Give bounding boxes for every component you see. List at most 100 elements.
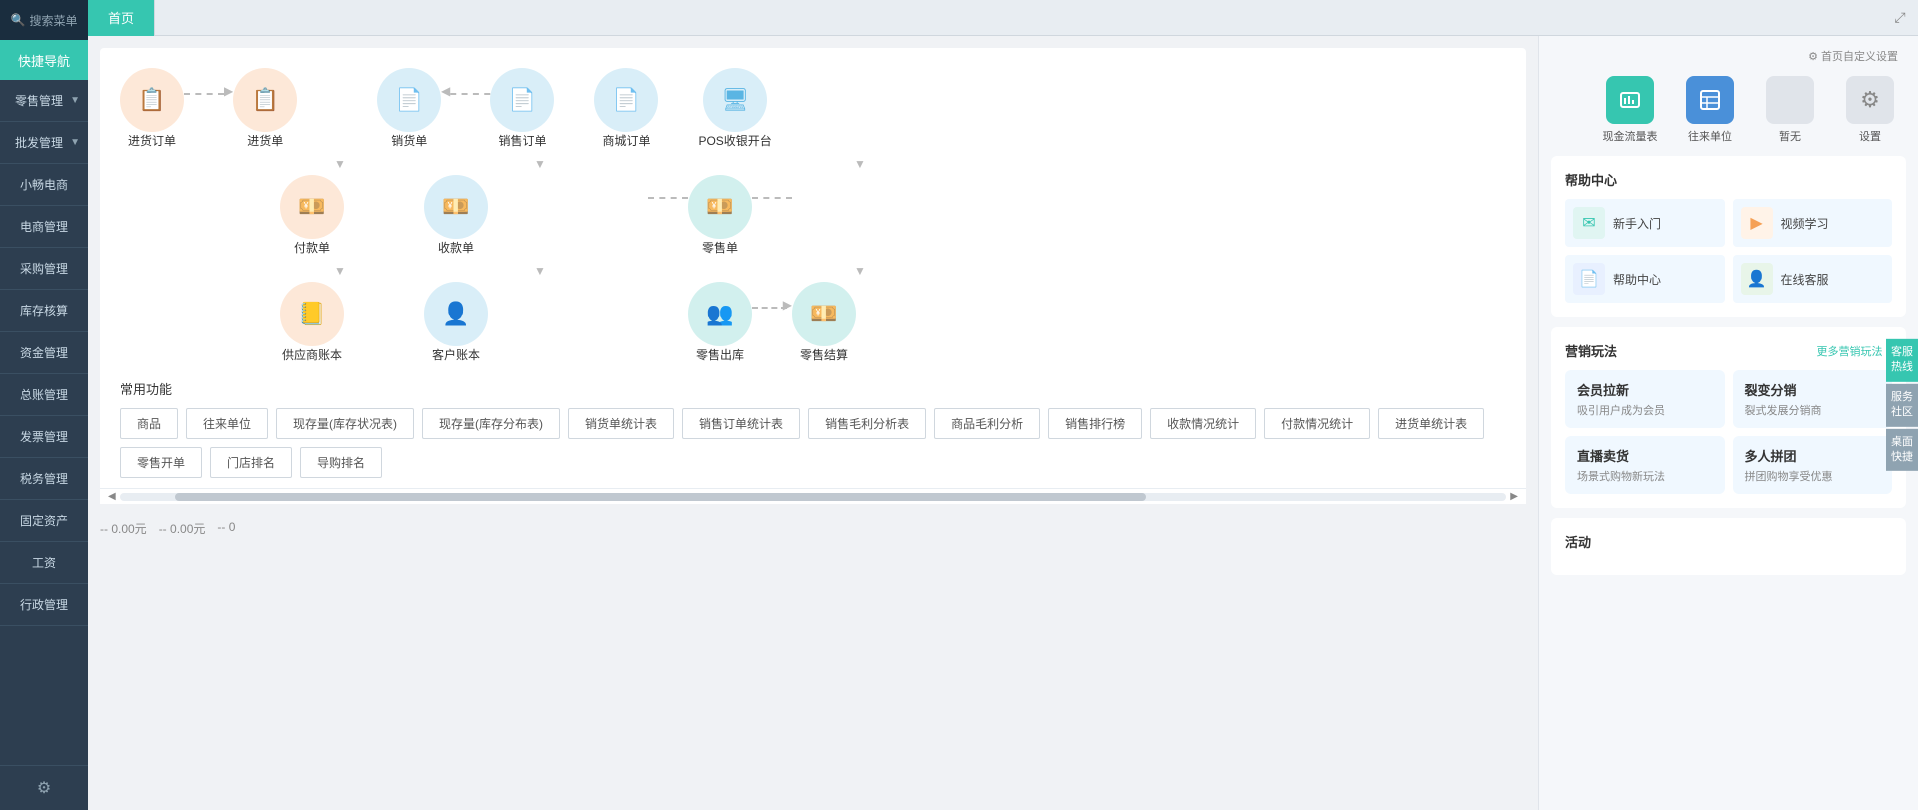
flow-card: 📋 进货订单 ▶ 📋 进货单 <box>100 48 1526 504</box>
flow-node-pos: 🖥 POS收银开台 <box>698 68 771 149</box>
qa-cashflow[interactable]: 现金流量表 <box>1594 76 1666 144</box>
marketing-live[interactable]: 直播卖货 场景式购物新玩法 <box>1565 436 1725 494</box>
flow-node-purchase-order: 📋 进货订单 <box>120 68 184 149</box>
sidebar-item-admin[interactable]: 行政管理 <box>0 584 88 626</box>
func-btn-goods[interactable]: 商品 <box>120 408 178 439</box>
pos-icon[interactable]: 🖥 <box>703 68 767 132</box>
func-btn-rank[interactable]: 销售排行榜 <box>1048 408 1142 439</box>
s2 <box>240 264 280 278</box>
func-btn-store-rank[interactable]: 门店排名 <box>210 447 292 478</box>
help-item-help[interactable]: 📄 帮助中心 <box>1565 255 1725 303</box>
func-btn-receipt-stat[interactable]: 收款情况统计 <box>1150 408 1256 439</box>
sidebar-item-payroll[interactable]: 工资 <box>0 542 88 584</box>
right-panel: ⚙ 首页自定义设置 现金流量表 <box>1538 36 1918 810</box>
retail-out-icon[interactable]: 👥 <box>688 282 752 346</box>
sidebar-item-fixed-assets[interactable]: 固定资产 <box>0 500 88 542</box>
sidebar-item-inventory[interactable]: 库存核算 <box>0 290 88 332</box>
purchase-icon[interactable]: 📋 <box>233 68 297 132</box>
help-item-video[interactable]: ▶ 视频学习 <box>1733 199 1893 247</box>
scroll-track <box>120 493 1507 501</box>
func-btn-sales-stat[interactable]: 销货单统计表 <box>568 408 674 439</box>
func-btn-sales-order-stat[interactable]: 销售订单统计表 <box>682 408 800 439</box>
chevron-icon: ▼ <box>70 95 80 106</box>
sidebar-item-tax[interactable]: 税务管理 <box>0 458 88 500</box>
sidebar-item-ecom-small[interactable]: 小畅电商 <box>0 164 88 206</box>
top-tabs: 首页 ⤢ <box>88 0 1918 36</box>
func-btn-retail-open[interactable]: 零售开单 <box>120 447 202 478</box>
sidebar-item-wholesale[interactable]: 批发管理 ▼ <box>0 122 88 164</box>
func-btn-units[interactable]: 往来单位 <box>186 408 268 439</box>
marketing-header: 营销玩法 更多营销玩法 > <box>1565 341 1892 360</box>
homepage-settings-link[interactable]: ⚙ 首页自定义设置 <box>1808 48 1898 64</box>
float-btn-desktop[interactable]: 桌面 快捷 <box>1886 428 1918 471</box>
sidebar-item-ecom-mgmt[interactable]: 电商管理 <box>0 206 88 248</box>
stats-row: -- 0.00元 -- 0.00元 -- 0 <box>100 516 1526 541</box>
scroll-thumb <box>175 493 1146 501</box>
sidebar-nav-header: 快捷导航 <box>0 40 88 80</box>
scroll-left[interactable]: ◀ <box>104 491 120 502</box>
flow-node-supplier: 📒 供应商账本 <box>280 282 344 363</box>
sales-order-icon[interactable]: 📄 <box>490 68 554 132</box>
marketing-more[interactable]: 更多营销玩法 > <box>1817 343 1892 359</box>
s4 <box>600 264 640 278</box>
flow-node-sales-order: 📄 销售订单 <box>490 68 554 149</box>
sidebar-item-purchase[interactable]: 采购管理 <box>0 248 88 290</box>
func-btn-gross2[interactable]: 商品毛利分析 <box>934 408 1040 439</box>
float-btn-service[interactable]: 客服 热线 <box>1886 339 1918 382</box>
float-btn-community[interactable]: 服务 社区 <box>1886 384 1918 427</box>
qa-settings[interactable]: ⚙ 设置 <box>1834 76 1906 144</box>
marketing-card: 营销玩法 更多营销玩法 > 会员拉新 吸引用户成为会员 裂变分销 裂式发展分销商… <box>1551 327 1906 508</box>
scroll-right[interactable]: ▶ <box>1506 491 1522 502</box>
func-btn-payment-stat[interactable]: 付款情况统计 <box>1264 408 1370 439</box>
marketing-group[interactable]: 多人拼团 拼团购物享受优惠 <box>1733 436 1893 494</box>
units-icon-box <box>1686 76 1734 124</box>
sidebar-item-retail[interactable]: 零售管理 ▼ <box>0 80 88 122</box>
sales-icon[interactable]: 📄 <box>377 68 441 132</box>
func-btn-stock1[interactable]: 现存量(库存状况表) <box>276 408 414 439</box>
flow-row-1: 📋 进货订单 ▶ 📋 进货单 <box>120 68 1506 149</box>
sidebar-item-ledger[interactable]: 总账管理 <box>0 374 88 416</box>
search-menu[interactable]: 🔍 搜索菜单 <box>0 0 88 40</box>
marketing-fission[interactable]: 裂变分销 裂式发展分销商 <box>1733 370 1893 428</box>
expand-icon[interactable]: ⤢ <box>1890 8 1910 28</box>
down-payment: ▼ <box>280 264 400 278</box>
func-btn-stock2[interactable]: 现存量(库存分布表) <box>422 408 560 439</box>
activity-card: 活动 <box>1551 518 1906 575</box>
s6 <box>760 264 800 278</box>
flow-row-2: 💴 付款单 💴 收款单 <box>120 175 1506 256</box>
help-item-beginner[interactable]: ✉ 新手入门 <box>1565 199 1725 247</box>
dashed-from-pos <box>752 175 792 199</box>
customer-icon[interactable]: 👤 <box>424 282 488 346</box>
func-buttons: 商品 往来单位 现存量(库存状况表) 现存量(库存分布表) 销货单统计表 销售订… <box>120 408 1506 478</box>
qa-units[interactable]: 往来单位 <box>1674 76 1746 144</box>
qa-none[interactable]: 暂无 <box>1754 76 1826 144</box>
arrow-retail: ▶ <box>752 282 792 312</box>
down-from-sales: ▼ <box>480 157 600 171</box>
supplier-icon[interactable]: 📒 <box>280 282 344 346</box>
flow-row-3: 📒 供应商账本 👤 客户账本 <box>120 282 1506 363</box>
purchase-order-icon[interactable]: 📋 <box>120 68 184 132</box>
receipt-icon[interactable]: 💴 <box>424 175 488 239</box>
h-scrollbar[interactable]: ◀ ▶ <box>100 488 1526 504</box>
sidebar-settings[interactable]: ⚙ <box>0 765 88 810</box>
help-item-support[interactable]: 👤 在线客服 <box>1733 255 1893 303</box>
retail-order-icon[interactable]: 💴 <box>688 175 752 239</box>
sidebar-item-invoice[interactable]: 发票管理 <box>0 416 88 458</box>
flow-node-receipt: 💴 收款单 <box>424 175 488 256</box>
s1 <box>120 264 240 278</box>
flow-node-retail-out: 👥 零售出库 <box>688 282 752 363</box>
sidebar-item-finance[interactable]: 资金管理 <box>0 332 88 374</box>
content-body: 📋 进货订单 ▶ 📋 进货单 <box>88 36 1918 810</box>
tab-home[interactable]: 首页 <box>88 0 155 36</box>
payment-icon[interactable]: 💴 <box>280 175 344 239</box>
flow-node-sales: 📄 销货单 <box>377 68 441 149</box>
arrow-2: ▶ <box>441 68 490 98</box>
settings-icon: ⚙ <box>37 780 51 797</box>
func-btn-gross1[interactable]: 销售毛利分析表 <box>808 408 926 439</box>
func-btn-purchase-stat[interactable]: 进货单统计表 <box>1378 408 1484 439</box>
flow-node-mall-order: 📄 商城订单 <box>594 68 658 149</box>
func-btn-guide-rank[interactable]: 导购排名 <box>300 447 382 478</box>
marketing-member[interactable]: 会员拉新 吸引用户成为会员 <box>1565 370 1725 428</box>
retail-settle-icon[interactable]: 💴 <box>792 282 856 346</box>
mall-order-icon[interactable]: 📄 <box>594 68 658 132</box>
